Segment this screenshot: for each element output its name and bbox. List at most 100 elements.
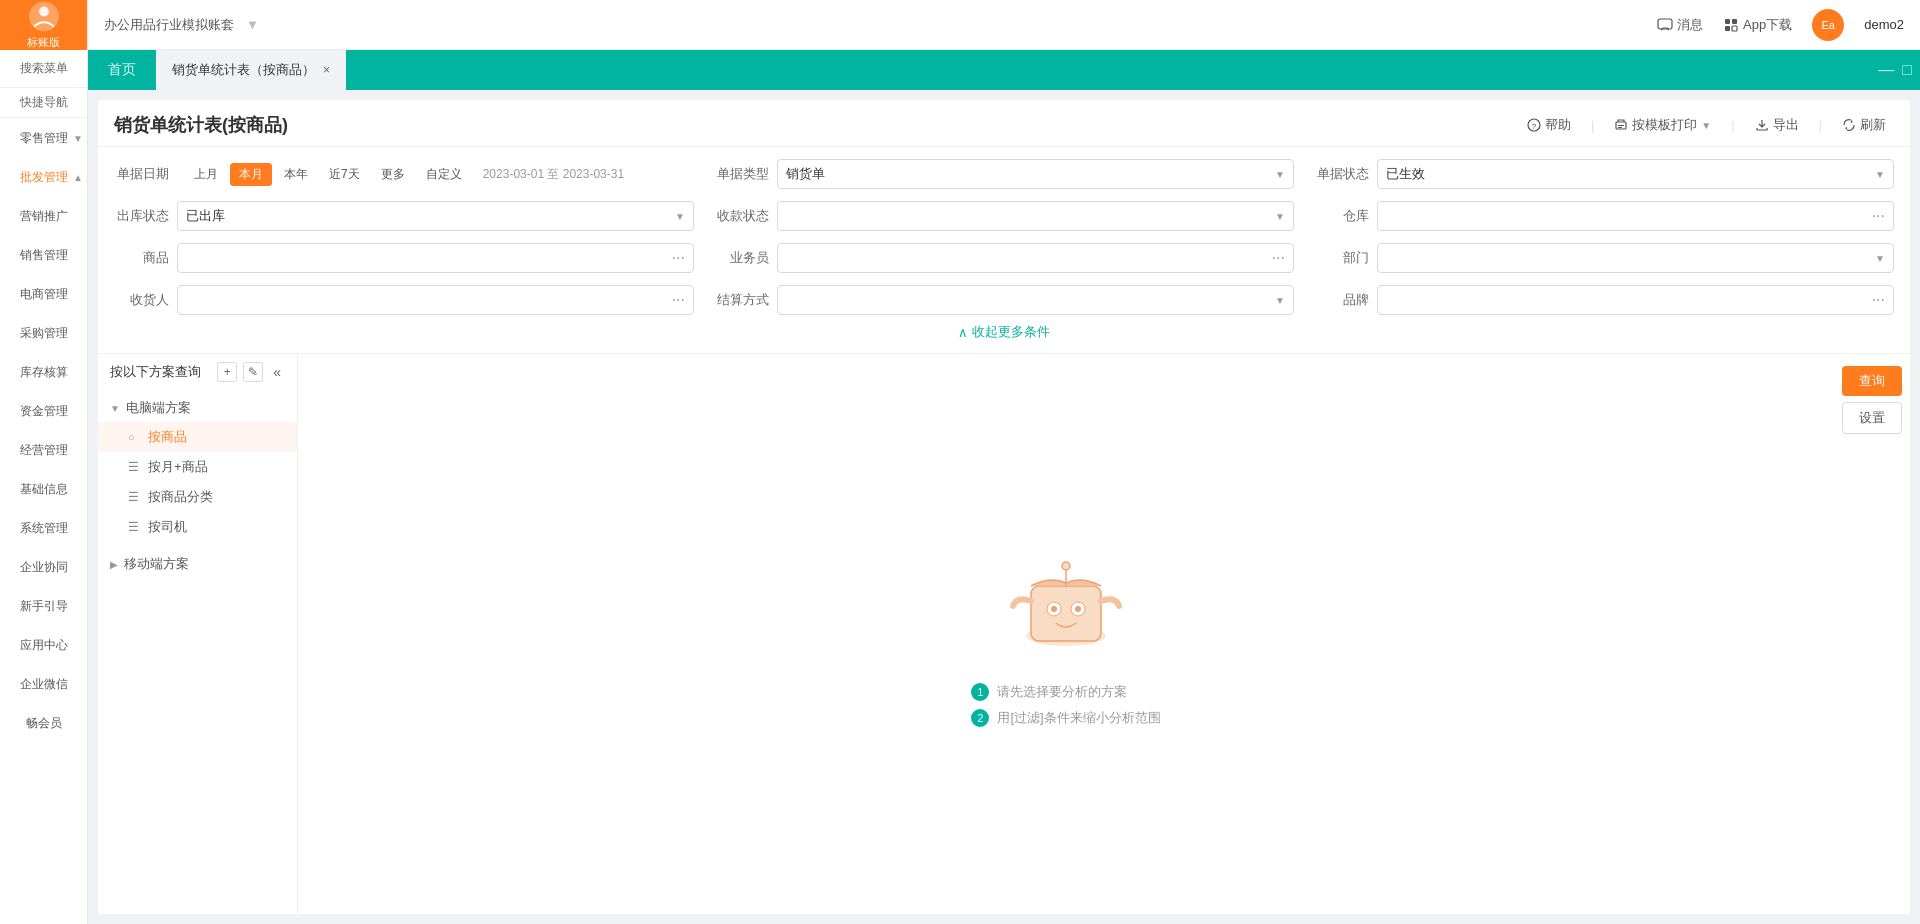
scheme-item-by-product[interactable]: ○ 按商品 bbox=[98, 422, 297, 452]
svg-point-17 bbox=[1075, 606, 1081, 612]
sidebar-item-collab[interactable]: 企业协同 bbox=[0, 547, 87, 586]
salesperson-input[interactable]: ··· bbox=[777, 243, 1294, 273]
doc-type-label: 单据类型 bbox=[714, 165, 769, 183]
message-btn[interactable]: 消息 bbox=[1657, 16, 1703, 34]
tab-sales-report[interactable]: 销货单统计表（按商品） × bbox=[156, 50, 346, 90]
payment-status-select[interactable]: ▼ bbox=[777, 201, 1294, 231]
payment-method-filter: 结算方式 ▼ bbox=[714, 285, 1294, 315]
setup-button[interactable]: 设置 bbox=[1842, 402, 1902, 434]
salesperson-label: 业务员 bbox=[714, 249, 769, 267]
sidebar-item-member[interactable]: 畅会员 bbox=[0, 703, 87, 742]
doc-status-select[interactable]: 已生效 ▼ bbox=[1377, 159, 1894, 189]
divider3: | bbox=[1819, 118, 1822, 133]
payment-method-select[interactable]: ▼ bbox=[777, 285, 1294, 315]
scheme-item-by-cashier[interactable]: ☰ 按司机 bbox=[98, 512, 297, 542]
date-btn-more[interactable]: 更多 bbox=[372, 163, 414, 186]
page-header: 销货单统计表(按商品) ? 帮助 | 按模板打印 ▼ | 导 bbox=[98, 100, 1910, 147]
brand-input[interactable]: ··· bbox=[1377, 285, 1894, 315]
product-dots[interactable]: ··· bbox=[672, 249, 685, 267]
filter-row-4: 收货人 ··· 结算方式 ▼ bbox=[114, 285, 1894, 315]
collapse-btn[interactable]: ∧ 收起更多条件 bbox=[114, 323, 1894, 341]
help-btn[interactable]: ? 帮助 bbox=[1519, 112, 1579, 138]
brand-dots[interactable]: ··· bbox=[1872, 291, 1885, 309]
warehouse-dots[interactable]: ··· bbox=[1872, 207, 1885, 225]
sidebar-item-system[interactable]: 系统管理 bbox=[0, 508, 87, 547]
filter-row-2: 出库状态 已出库 ▼ 收款状态 ▼ bbox=[114, 201, 1894, 231]
scheme-item-by-month-product[interactable]: ☰ 按月+商品 bbox=[98, 452, 297, 482]
svg-point-1 bbox=[39, 7, 49, 17]
breadcrumb-title: 办公用品行业模拟账套 bbox=[104, 16, 234, 34]
sidebar-logo[interactable]: 标账版 bbox=[0, 0, 87, 50]
scheme-group-mobile-title[interactable]: ▶ 移动端方案 bbox=[98, 550, 297, 578]
empty-state: 1 请先选择要分析的方案 2 用[过滤]条件来缩小分析范围 bbox=[971, 541, 1160, 727]
search-menu-label: 搜索菜单 bbox=[20, 61, 68, 75]
top-filters: 单据日期 上月 本月 本年 近7天 更多 自定义 bbox=[98, 147, 1910, 354]
sidebar-item-basic[interactable]: 基础信息 bbox=[0, 469, 87, 508]
export-btn[interactable]: 导出 bbox=[1747, 112, 1807, 138]
sidebar-item-ecommerce[interactable]: 电商管理 bbox=[0, 274, 87, 313]
tip-text-1: 请先选择要分析的方案 bbox=[997, 683, 1127, 701]
top-header: 办公用品行业模拟账套 ▼ 消息 App下载 Ea demo2 bbox=[88, 0, 1920, 50]
scheme-edit-btn[interactable]: ✎ bbox=[243, 362, 263, 382]
by-product-icon: ○ bbox=[128, 431, 142, 443]
product-input[interactable]: ··· bbox=[177, 243, 694, 273]
svg-rect-6 bbox=[1732, 26, 1737, 31]
query-button[interactable]: 查询 bbox=[1842, 366, 1902, 396]
date-btn-this-year[interactable]: 本年 bbox=[275, 163, 317, 186]
sidebar-item-wholesale[interactable]: 批发管理 ▲ bbox=[0, 157, 87, 196]
warehouse-input[interactable]: ··· bbox=[1377, 201, 1894, 231]
export-icon bbox=[1755, 118, 1769, 132]
doc-type-select[interactable]: 销货单 ▼ bbox=[777, 159, 1294, 189]
tab-home[interactable]: 首页 bbox=[88, 50, 156, 90]
tab-controls: — □ bbox=[1870, 61, 1920, 79]
sidebar-item-business[interactable]: 经营管理 bbox=[0, 430, 87, 469]
sidebar-search[interactable]: 搜索菜单 bbox=[0, 50, 87, 88]
quick-nav[interactable]: 快捷导航 bbox=[0, 88, 87, 118]
app-download-btn[interactable]: App下载 bbox=[1723, 16, 1792, 34]
sidebar-item-wechat[interactable]: 企业微信 bbox=[0, 664, 87, 703]
receiver-input[interactable]: ··· bbox=[177, 285, 694, 315]
user-name[interactable]: demo2 bbox=[1864, 17, 1904, 32]
sidebar-item-retail[interactable]: 零售管理 ▼ bbox=[0, 118, 87, 157]
warehouse-filter: 仓库 ··· bbox=[1314, 201, 1894, 231]
scheme-add-btn[interactable]: + bbox=[217, 362, 237, 382]
sidebar-item-guide[interactable]: 新手引导 bbox=[0, 586, 87, 625]
print-btn[interactable]: 按模板打印 ▼ bbox=[1606, 112, 1719, 138]
scheme-collapse-btn[interactable]: « bbox=[269, 364, 285, 380]
refresh-btn[interactable]: 刷新 bbox=[1834, 112, 1894, 138]
download-icon bbox=[1723, 17, 1739, 33]
scheme-group-pc-title[interactable]: ▼ 电脑端方案 bbox=[98, 394, 297, 422]
receiver-dots[interactable]: ··· bbox=[672, 291, 685, 309]
main-content: 单据日期 上月 本月 本年 近7天 更多 自定义 bbox=[98, 147, 1910, 914]
refresh-icon bbox=[1842, 118, 1856, 132]
tab-close-btn[interactable]: × bbox=[323, 63, 330, 77]
out-status-select[interactable]: 已出库 ▼ bbox=[177, 201, 694, 231]
out-status-arrow: ▼ bbox=[675, 211, 685, 222]
print-arrow[interactable]: ▼ bbox=[1701, 120, 1711, 131]
date-btn-7days[interactable]: 近7天 bbox=[320, 163, 369, 186]
sidebar-item-finance[interactable]: 资金管理 bbox=[0, 391, 87, 430]
department-label: 部门 bbox=[1314, 249, 1369, 267]
date-quick-btns: 上月 本月 本年 近7天 更多 自定义 bbox=[185, 163, 471, 186]
sidebar-item-sales[interactable]: 销售管理 bbox=[0, 235, 87, 274]
sidebar-item-marketing[interactable]: 营销推广 bbox=[0, 196, 87, 235]
sidebar-item-inventory[interactable]: 库存核算 bbox=[0, 352, 87, 391]
svg-rect-10 bbox=[1618, 125, 1624, 126]
sidebar-item-app[interactable]: 应用中心 bbox=[0, 625, 87, 664]
empty-tip-1: 1 请先选择要分析的方案 bbox=[971, 683, 1160, 701]
scheme-item-by-category[interactable]: ☰ 按商品分类 bbox=[98, 482, 297, 512]
receiver-label: 收货人 bbox=[114, 291, 169, 309]
tab-minimize-btn[interactable]: — bbox=[1878, 61, 1894, 79]
tip-num-1: 1 bbox=[971, 683, 989, 701]
sidebar-item-purchase[interactable]: 采购管理 bbox=[0, 313, 87, 352]
mobile-group-arrow: ▶ bbox=[110, 559, 118, 570]
date-btn-this-month[interactable]: 本月 bbox=[230, 163, 272, 186]
date-btn-custom[interactable]: 自定义 bbox=[417, 163, 471, 186]
department-filter: 部门 ▼ bbox=[1314, 243, 1894, 273]
department-select[interactable]: ▼ bbox=[1377, 243, 1894, 273]
collapse-label: 收起更多条件 bbox=[972, 323, 1050, 341]
salesperson-dots[interactable]: ··· bbox=[1272, 249, 1285, 267]
out-status-label: 出库状态 bbox=[114, 207, 169, 225]
tab-maximize-btn[interactable]: □ bbox=[1902, 61, 1912, 79]
date-btn-prev-month[interactable]: 上月 bbox=[185, 163, 227, 186]
